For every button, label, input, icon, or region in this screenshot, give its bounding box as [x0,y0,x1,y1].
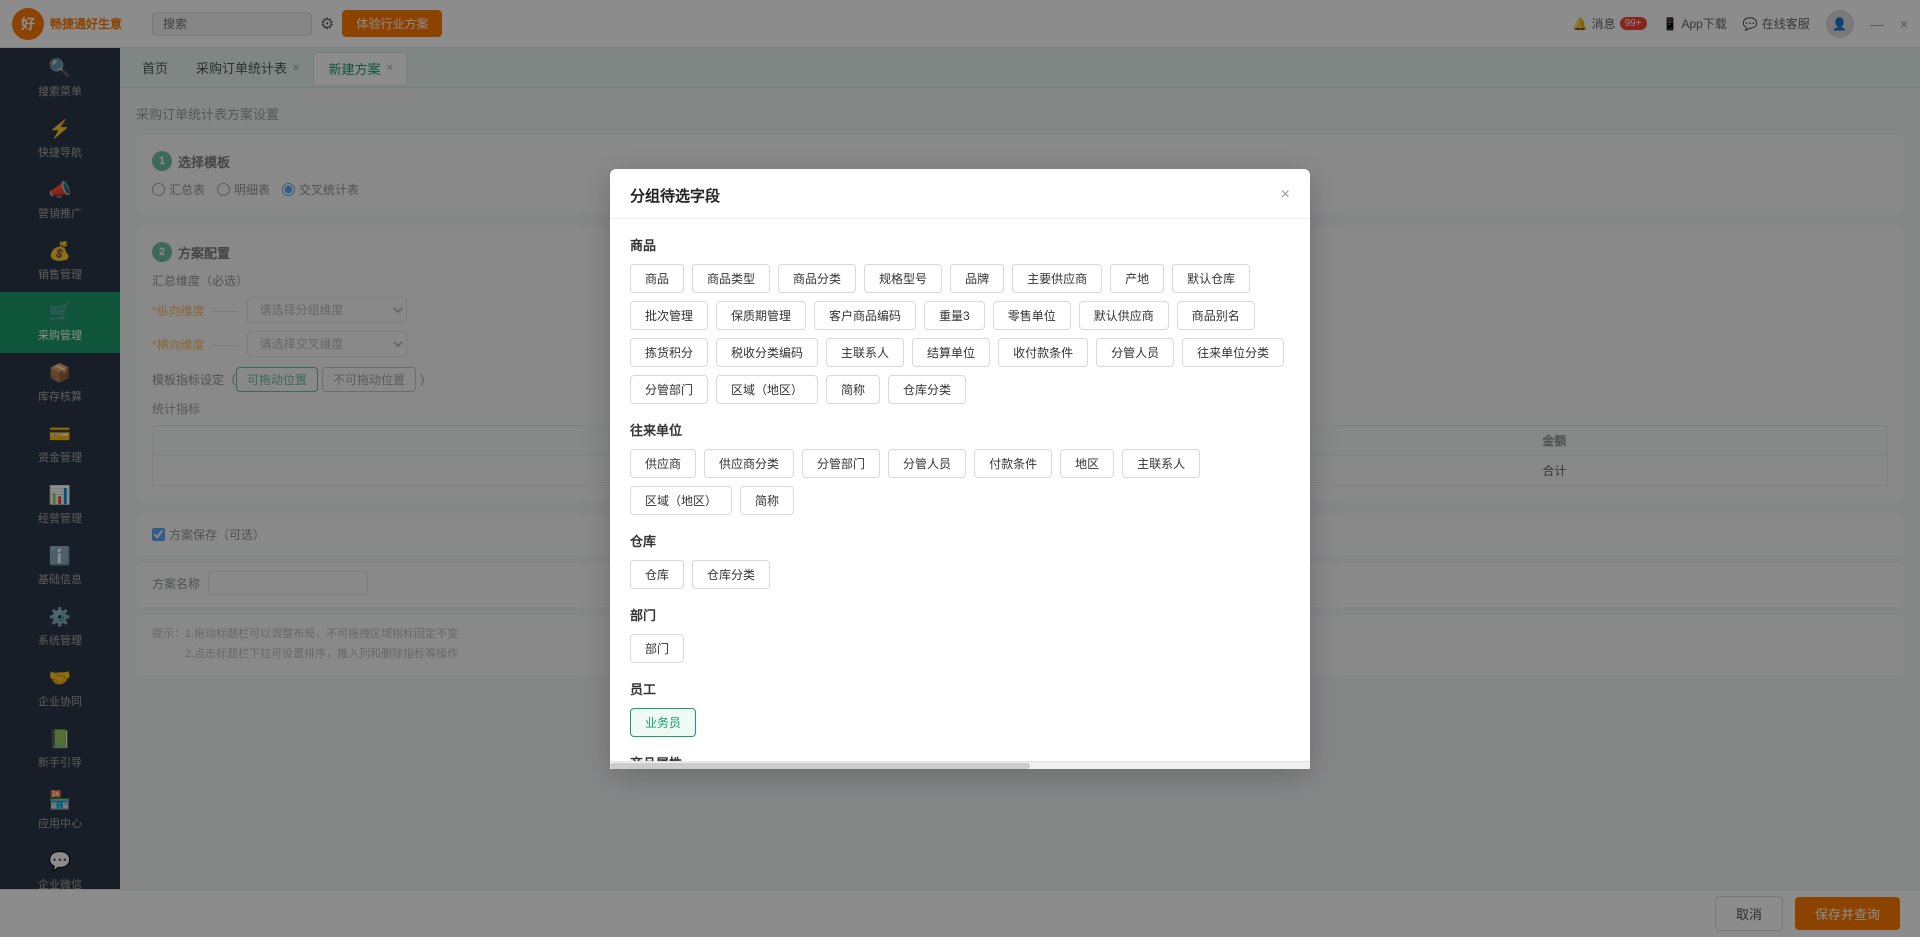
section-partner-tags: 供应商 供应商分类 分管部门 分管人员 付款条件 地区 主联系人 区域（地区） … [630,449,1290,515]
field-tag-main-contact[interactable]: 主联系人 [826,338,904,367]
field-tag-warehouse-category[interactable]: 仓库分类 [692,560,770,589]
field-tag-region-goods[interactable]: 区域（地区） [716,375,818,404]
modal-close-button[interactable]: × [1281,186,1290,204]
field-tag-default-supplier[interactable]: 默认供应商 [1079,301,1169,330]
field-tag-batch-mgmt[interactable]: 批次管理 [630,301,708,330]
section-partner-title: 往来单位 [630,420,1290,439]
field-tag-weight3[interactable]: 重量3 [924,301,985,330]
field-tag-goods-type[interactable]: 商品类型 [692,264,770,293]
field-tag-goods-alias[interactable]: 商品别名 [1177,301,1255,330]
field-tag-salesperson[interactable]: 业务员 [630,708,696,737]
section-dept: 部门 部门 [630,605,1290,663]
field-tag-tax-category-code[interactable]: 税收分类编码 [716,338,818,367]
section-warehouse-title: 仓库 [630,531,1290,550]
section-dept-title: 部门 [630,605,1290,624]
modal-scrollbar-thumb [610,763,1030,769]
modal-overlay: 分组待选字段 × 商品 商品 商品类型 商品分类 规格型号 品牌 主要供应商 产… [0,0,1920,937]
field-tag-payment-condition[interactable]: 付款条件 [974,449,1052,478]
modal-body: 商品 商品 商品类型 商品分类 规格型号 品牌 主要供应商 产地 默认仓库 批次… [610,219,1310,762]
field-tag-main-supplier[interactable]: 主要供应商 [1012,264,1102,293]
section-goods-tags: 商品 商品类型 商品分类 规格型号 品牌 主要供应商 产地 默认仓库 批次管理 … [630,264,1290,404]
field-tag-mgmt-dept[interactable]: 分管部门 [630,375,708,404]
field-tag-settlement-unit[interactable]: 结算单位 [912,338,990,367]
field-tag-main-contact-partner[interactable]: 主联系人 [1122,449,1200,478]
field-tag-staff-partner[interactable]: 分管人员 [888,449,966,478]
field-tag-shelf-life-mgmt[interactable]: 保质期管理 [716,301,806,330]
field-tag-warehouse-category-goods[interactable]: 仓库分类 [888,375,966,404]
field-tag-customer-goods-code[interactable]: 客户商品编码 [814,301,916,330]
field-tag-short-name-goods[interactable]: 简称 [826,375,880,404]
section-goods: 商品 商品 商品类型 商品分类 规格型号 品牌 主要供应商 产地 默认仓库 批次… [630,235,1290,404]
section-employee-title: 员工 [630,679,1290,698]
section-employee: 员工 业务员 [630,679,1290,737]
field-tag-brand[interactable]: 品牌 [950,264,1004,293]
modal-horizontal-scrollbar[interactable] [610,761,1310,768]
section-dept-tags: 部门 [630,634,1290,663]
field-tag-retail-unit[interactable]: 零售单位 [993,301,1071,330]
field-tag-supplier-category[interactable]: 供应商分类 [704,449,794,478]
field-tag-mgmt-staff[interactable]: 分管人员 [1096,338,1174,367]
field-tag-dept[interactable]: 部门 [630,634,684,663]
modal: 分组待选字段 × 商品 商品 商品类型 商品分类 规格型号 品牌 主要供应商 产… [610,169,1310,769]
section-employee-tags: 业务员 [630,708,1290,737]
section-goods-title: 商品 [630,235,1290,254]
section-warehouse-tags: 仓库 仓库分类 [630,560,1290,589]
field-tag-goods[interactable]: 商品 [630,264,684,293]
section-goods-attr: 商品属性 属性 颜色 多规格 尺码 鞋码 1 [630,753,1290,762]
field-tag-spec-model[interactable]: 规格型号 [864,264,942,293]
field-tag-region-partner[interactable]: 区域（地区） [630,486,732,515]
section-goods-attr-title: 商品属性 [630,753,1290,762]
field-tag-goods-category[interactable]: 商品分类 [778,264,856,293]
field-tag-origin[interactable]: 产地 [1110,264,1164,293]
field-tag-pick-points[interactable]: 拣货积分 [630,338,708,367]
field-tag-short-name-partner[interactable]: 简称 [740,486,794,515]
field-tag-area[interactable]: 地区 [1060,449,1114,478]
field-tag-warehouse[interactable]: 仓库 [630,560,684,589]
field-tag-partner-category[interactable]: 往来单位分类 [1182,338,1284,367]
modal-title: 分组待选字段 [630,185,720,206]
section-warehouse: 仓库 仓库 仓库分类 [630,531,1290,589]
field-tag-payment-terms[interactable]: 收付款条件 [998,338,1088,367]
section-partner: 往来单位 供应商 供应商分类 分管部门 分管人员 付款条件 地区 主联系人 区域… [630,420,1290,515]
field-tag-default-warehouse[interactable]: 默认仓库 [1172,264,1250,293]
field-tag-supplier[interactable]: 供应商 [630,449,696,478]
modal-header: 分组待选字段 × [610,169,1310,219]
field-tag-dept-partner[interactable]: 分管部门 [802,449,880,478]
